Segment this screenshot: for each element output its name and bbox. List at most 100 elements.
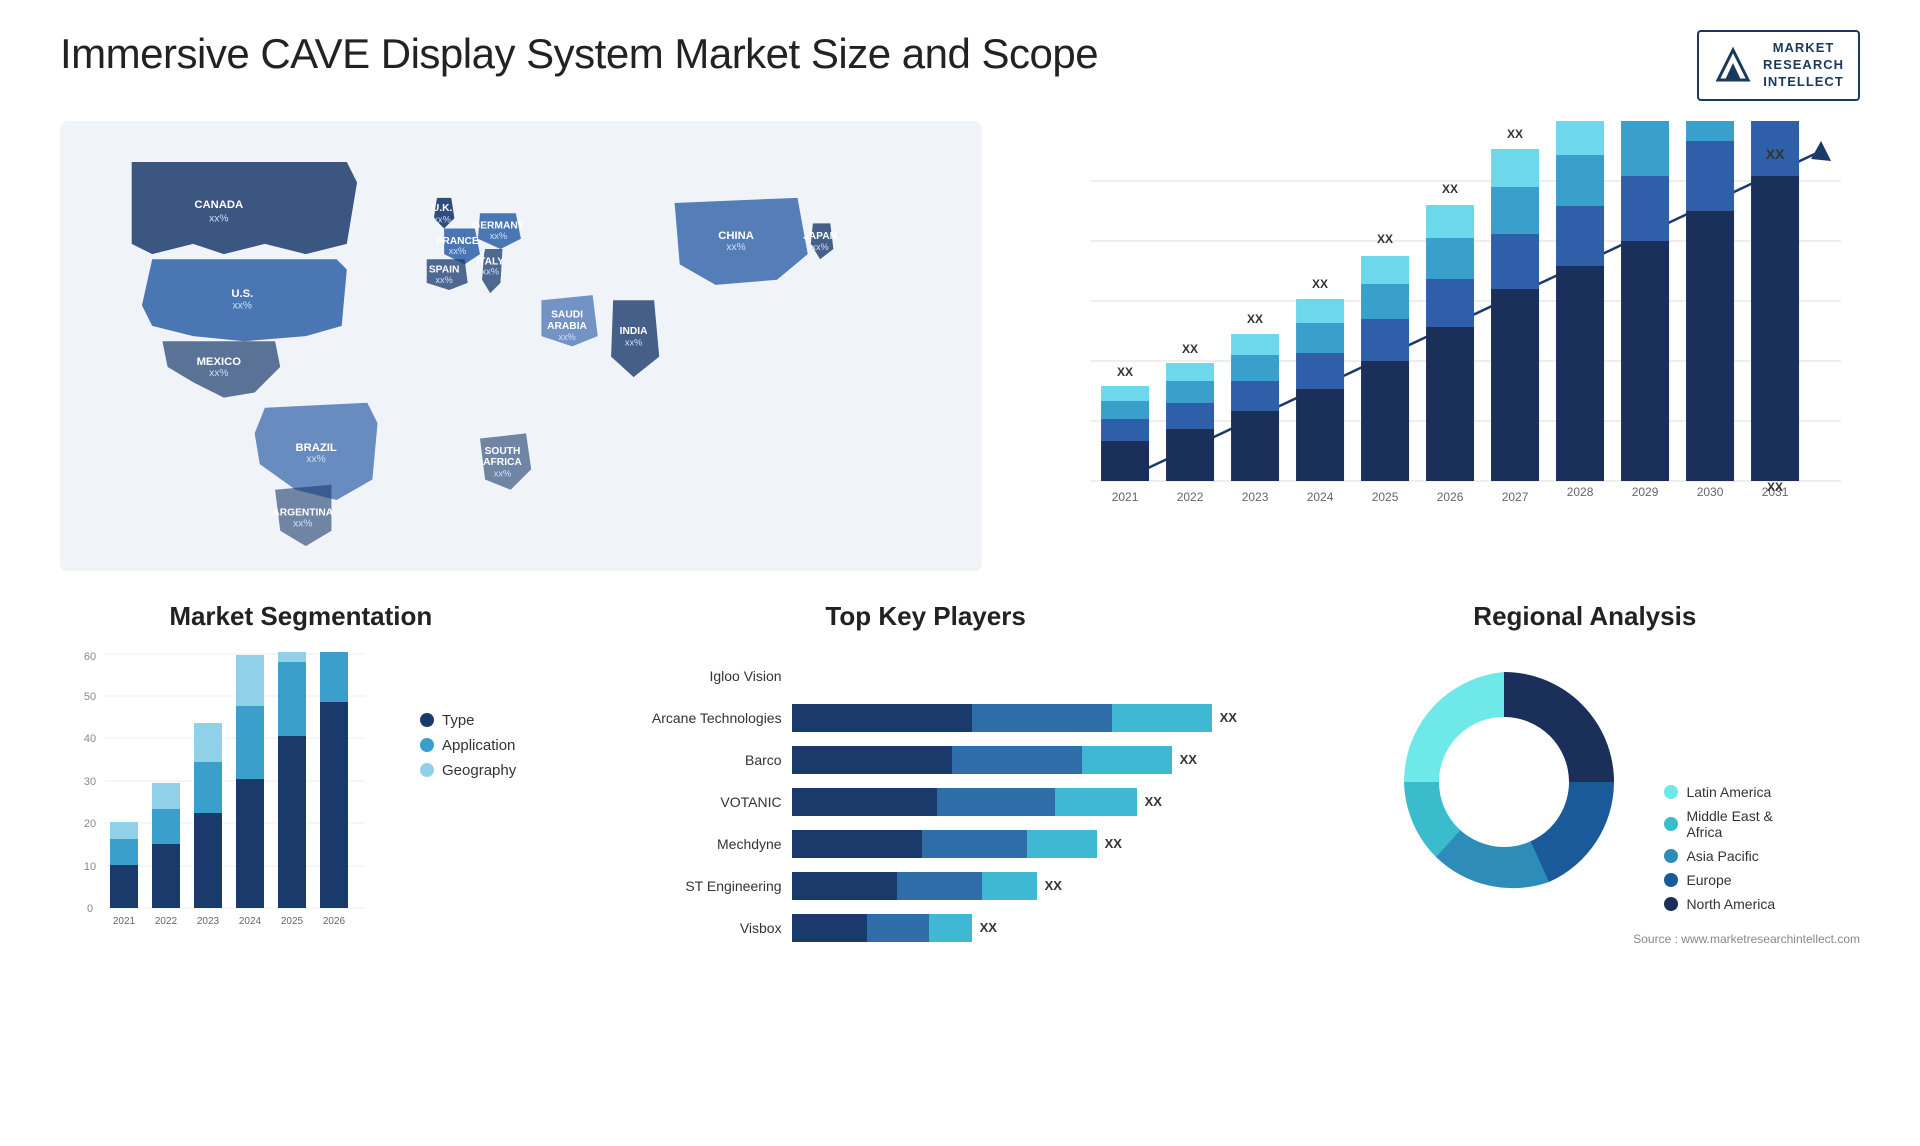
svg-text:xx%: xx% — [811, 242, 828, 252]
svg-text:xx%: xx% — [494, 468, 511, 478]
player-bar-container: XX — [792, 830, 1270, 858]
reg-legend-europe: Europe — [1664, 872, 1775, 888]
svg-text:xx%: xx% — [209, 368, 228, 379]
svg-text:XX: XX — [1247, 312, 1263, 326]
svg-text:XX: XX — [1767, 480, 1783, 494]
donut-svg — [1374, 652, 1634, 912]
bar-segment-2 — [867, 914, 929, 942]
reg-label-asia-pacific: Asia Pacific — [1686, 848, 1758, 864]
svg-text:2023: 2023 — [1242, 490, 1269, 504]
reg-legend-north-america: North America — [1664, 896, 1775, 912]
bar-segment-3 — [1055, 788, 1137, 816]
bar-segment-3 — [1112, 704, 1212, 732]
header: Immersive CAVE Display System Market Siz… — [60, 30, 1860, 101]
player-xx: XX — [980, 920, 997, 935]
svg-text:xx%: xx% — [726, 242, 745, 253]
bar-segment-2 — [922, 830, 1027, 858]
player-xx: XX — [1145, 794, 1162, 809]
player-row: Igloo Vision — [582, 662, 1270, 690]
regional-legend: Latin America Middle East &Africa Asia P… — [1664, 784, 1795, 912]
player-row: Mechdyne XX — [582, 830, 1270, 858]
legend-geography: Geography — [420, 762, 516, 779]
reg-dot-latin-america — [1664, 785, 1678, 799]
player-row: VOTANIC XX — [582, 788, 1270, 816]
legend-label-geography: Geography — [442, 762, 516, 779]
svg-text:xx%: xx% — [435, 275, 452, 285]
player-name: Barco — [582, 752, 782, 768]
player-bar-container: XX — [792, 704, 1270, 732]
bar-segment-1 — [792, 788, 937, 816]
player-bar — [792, 914, 972, 942]
players-list: Igloo Vision Arcane Technologies XX — [582, 652, 1270, 942]
donut-chart — [1374, 652, 1634, 912]
segmentation-legend: Type Application Geography — [400, 712, 516, 779]
bar-segment-3 — [982, 872, 1037, 900]
player-name: Visbox — [582, 920, 782, 936]
svg-text:INDIA: INDIA — [620, 326, 648, 337]
svg-text:xx%: xx% — [233, 300, 252, 311]
svg-text:xx%: xx% — [482, 266, 499, 276]
logo-icon — [1713, 45, 1753, 85]
svg-text:xx%: xx% — [490, 230, 507, 240]
reg-dot-europe — [1664, 873, 1678, 887]
svg-text:XX: XX — [1312, 277, 1328, 291]
world-map: CANADA xx% U.S. xx% MEXICO xx% BRAZIL xx… — [60, 121, 982, 572]
svg-text:BRAZIL: BRAZIL — [295, 442, 336, 454]
bar-segment-1 — [792, 914, 867, 942]
svg-text:xx%: xx% — [449, 246, 466, 256]
svg-text:xx%: xx% — [625, 337, 642, 347]
players-title: Top Key Players — [582, 601, 1270, 632]
bottom-section: Market Segmentation 0 10 20 30 40 50 60 — [60, 601, 1860, 956]
bar-segment-2 — [897, 872, 982, 900]
player-bar-container: XX — [792, 914, 1270, 942]
bar-chart: XX 2021 XX 2022 XX 2023 — [1022, 121, 1860, 561]
svg-text:10: 10 — [84, 861, 96, 873]
svg-text:CHINA: CHINA — [718, 229, 754, 241]
logo: MARKET RESEARCH INTELLECT — [1697, 30, 1860, 101]
reg-label-latin-america: Latin America — [1686, 784, 1771, 800]
svg-text:2024: 2024 — [239, 916, 262, 927]
bar-segment-1 — [792, 746, 952, 774]
player-bar-container: XX — [792, 872, 1270, 900]
player-bar-container: XX — [792, 788, 1270, 816]
segmentation-title: Market Segmentation — [60, 601, 542, 632]
reg-label-middle-east: Middle East &Africa — [1686, 808, 1772, 840]
svg-text:XX: XX — [1117, 365, 1133, 379]
svg-text:2030: 2030 — [1697, 485, 1724, 499]
reg-legend-latin-america: Latin America — [1664, 784, 1775, 800]
svg-text:2026: 2026 — [323, 916, 346, 927]
player-bar — [792, 830, 1097, 858]
reg-label-europe: Europe — [1686, 872, 1731, 888]
player-xx: XX — [1105, 836, 1122, 851]
reg-legend-middle-east: Middle East &Africa — [1664, 808, 1775, 840]
svg-text:0: 0 — [87, 903, 93, 915]
player-row: Barco XX — [582, 746, 1270, 774]
bar-segment-2 — [937, 788, 1055, 816]
svg-text:2021: 2021 — [113, 916, 136, 927]
player-xx: XX — [1045, 878, 1062, 893]
svg-text:2023: 2023 — [197, 916, 220, 927]
svg-text:xx%: xx% — [293, 518, 312, 529]
map-section: CANADA xx% U.S. xx% MEXICO xx% BRAZIL xx… — [60, 121, 982, 561]
svg-text:JAPAN: JAPAN — [803, 230, 837, 241]
reg-dot-middle-east — [1664, 817, 1678, 831]
player-name: Arcane Technologies — [582, 710, 782, 726]
regional-container: Latin America Middle East &Africa Asia P… — [1310, 652, 1860, 946]
svg-text:XX: XX — [1766, 146, 1785, 162]
player-row: Arcane Technologies XX — [582, 704, 1270, 732]
seg-chart: 0 10 20 30 40 50 60 — [60, 652, 380, 932]
svg-text:SOUTH: SOUTH — [485, 446, 521, 457]
svg-text:2027: 2027 — [1502, 490, 1529, 504]
svg-text:MEXICO: MEXICO — [197, 355, 242, 367]
player-bar-container — [792, 662, 1270, 690]
legend-dot-geography — [420, 763, 434, 777]
svg-text:xx%: xx% — [306, 454, 325, 465]
svg-text:30: 30 — [84, 776, 96, 788]
player-row: Visbox XX — [582, 914, 1270, 942]
svg-text:2022: 2022 — [155, 916, 178, 927]
regional-title: Regional Analysis — [1310, 601, 1860, 632]
svg-text:2021: 2021 — [1112, 490, 1139, 504]
player-bar — [792, 872, 1037, 900]
svg-text:AFRICA: AFRICA — [483, 457, 522, 468]
svg-text:50: 50 — [84, 691, 96, 703]
